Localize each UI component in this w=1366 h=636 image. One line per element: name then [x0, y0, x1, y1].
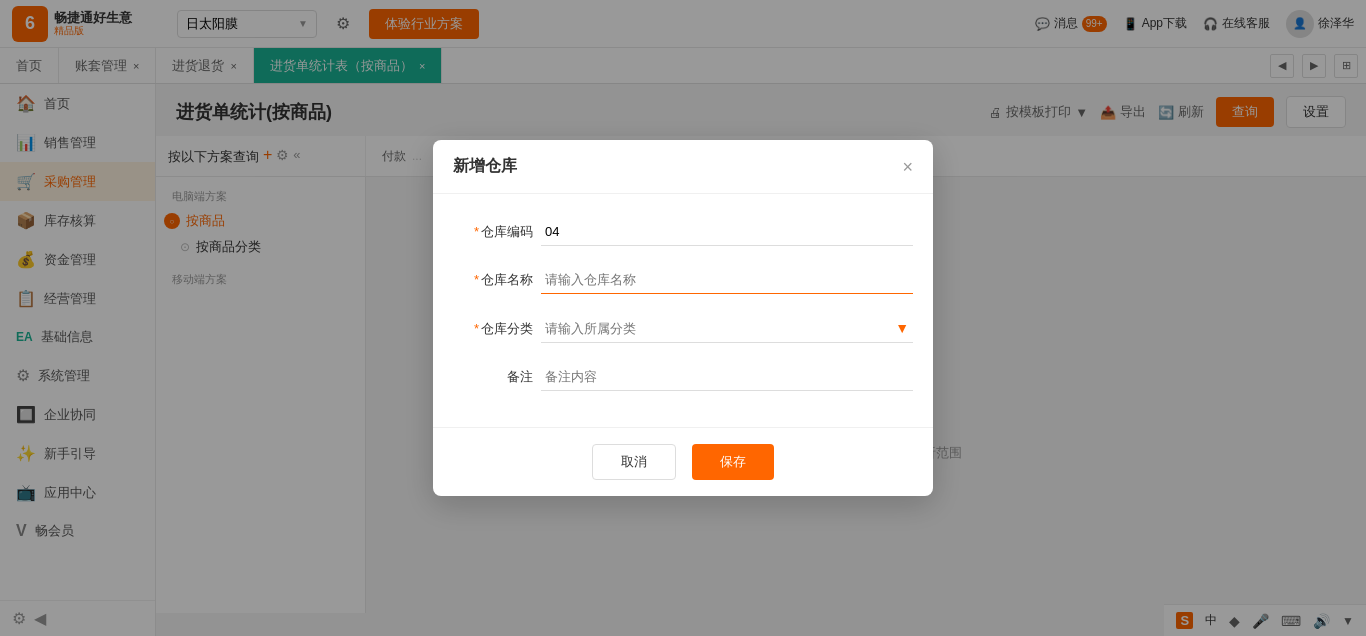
remark-input[interactable]: [541, 363, 913, 391]
form-row-code: *仓库编码: [453, 218, 913, 246]
category-dropdown-arrow: ▼: [895, 320, 909, 336]
code-label: *仓库编码: [453, 223, 533, 241]
form-row-name: *仓库名称: [453, 266, 913, 294]
dialog-overlay: 新增仓库 × *仓库编码 *仓库名称 *仓库分类: [0, 0, 1366, 636]
category-input[interactable]: [545, 321, 895, 336]
category-required-mark: *: [474, 321, 479, 336]
name-label: *仓库名称: [453, 271, 533, 289]
dialog-footer: 取消 保存: [433, 427, 933, 496]
dialog-close-button[interactable]: ×: [902, 158, 913, 176]
code-required-mark: *: [474, 224, 479, 239]
category-select[interactable]: ▼: [541, 314, 913, 343]
dialog-title: 新增仓库: [453, 156, 517, 177]
name-required-mark: *: [474, 272, 479, 287]
dialog-body: *仓库编码 *仓库名称 *仓库分类 ▼: [433, 194, 933, 427]
form-row-category: *仓库分类 ▼: [453, 314, 913, 343]
name-input[interactable]: [541, 266, 913, 294]
remark-label: 备注: [453, 368, 533, 386]
dialog-header: 新增仓库 ×: [433, 140, 933, 194]
category-label: *仓库分类: [453, 320, 533, 338]
form-row-remark: 备注: [453, 363, 913, 391]
cancel-button[interactable]: 取消: [592, 444, 676, 480]
save-button[interactable]: 保存: [692, 444, 774, 480]
new-warehouse-dialog: 新增仓库 × *仓库编码 *仓库名称 *仓库分类: [433, 140, 933, 496]
code-input[interactable]: [541, 218, 913, 246]
